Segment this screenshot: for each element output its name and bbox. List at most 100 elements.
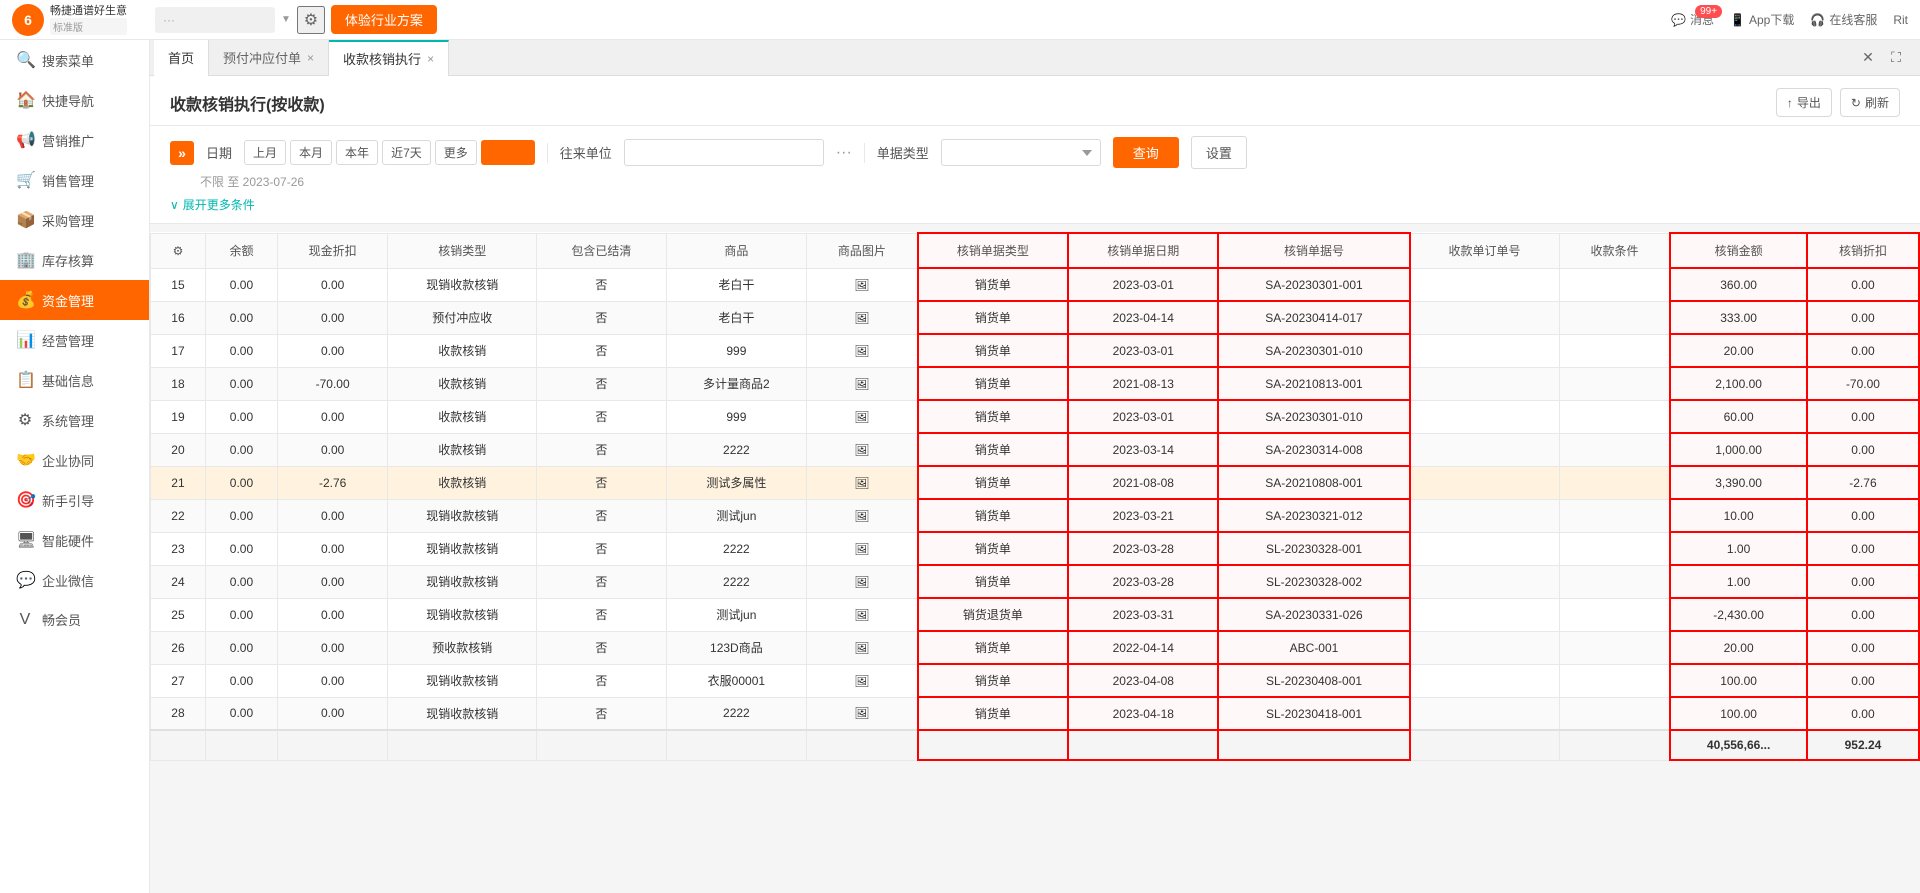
export-button[interactable]: ↑ 导出 [1776,88,1832,117]
cell-cash-discount: 0.00 [277,433,387,466]
sales-icon: 🛒 [16,170,34,190]
sidebar-item-vip[interactable]: V 畅会员 [0,600,149,639]
cell-balance: 0.00 [205,664,277,697]
tab-writeoff-close[interactable]: × [427,52,434,66]
trial-button[interactable]: 体验行业方案 [331,5,437,34]
cell-goods: 测试jun [666,499,806,532]
cell-cash-discount: 0.00 [277,499,387,532]
cell-writeoff-doc-no[interactable]: SA-20230301-010 [1218,400,1409,433]
marketing-icon: 📢 [16,130,34,150]
sidebar-item-purchase[interactable]: 📦 采购管理 [0,200,149,240]
cell-receipt-condition [1559,367,1670,400]
cell-writeoff-doc-no[interactable]: SA-20230301-010 [1218,334,1409,367]
cell-writeoff-doc-no[interactable]: ABC-001 [1218,631,1409,664]
tab-writeoff[interactable]: 收款核销执行 × [329,40,449,76]
cell-writeoff-doc-no[interactable]: SL-20230328-001 [1218,532,1409,565]
sidebar-item-sales[interactable]: 🛒 销售管理 [0,160,149,200]
counterparty-input[interactable] [624,139,824,166]
cell-cash-discount: 0.00 [277,301,387,334]
cell-writeoff-doc-type: 销货退货单 [918,598,1068,631]
cell-goods: 2222 [666,433,806,466]
cell-writeoff-doc-no[interactable]: SA-20230314-008 [1218,433,1409,466]
cell-writeoff-doc-type: 销货单 [918,433,1068,466]
summary-empty-cell [537,730,667,760]
dropdown-arrow-icon[interactable]: ▼ [281,14,291,25]
sidebar-item-collab[interactable]: 🤝 企业协同 [0,440,149,480]
date-btn-this-year[interactable]: 本年 [336,140,378,165]
cell-writeoff-doc-no[interactable]: SL-20230408-001 [1218,664,1409,697]
main-content: 首页 预付冲应付单 × 收款核销执行 × ✕ ⛶ 收款核销执行(按收款) [150,40,1920,893]
cell-settled: 否 [537,334,667,367]
cell-writeoff-doc-no[interactable]: SL-20230418-001 [1218,697,1409,730]
sidebar-item-system[interactable]: ⚙ 系统管理 [0,400,149,440]
date-label: 日期 [206,143,232,162]
cell-writeoff-doc-no[interactable]: SA-20210813-001 [1218,367,1409,400]
cell-writeoff-doc-date: 2023-03-21 [1068,499,1218,532]
sidebar-item-search[interactable]: 🔍 搜索菜单 [0,40,149,80]
sidebar-item-marketing[interactable]: 📢 营销推广 [0,120,149,160]
brand-name: 畅捷通谱好生意 [50,4,127,18]
date-btn-last-month[interactable]: 上月 [244,140,286,165]
date-btn-this-month[interactable]: 本月 [290,140,332,165]
tab-prepay[interactable]: 预付冲应付单 × [209,40,329,76]
sidebar-item-inventory[interactable]: 🏢 库存核算 [0,240,149,280]
expand-more-conditions[interactable]: ∨ 展开更多条件 [170,196,1900,213]
filter-expand-button[interactable]: » [170,141,194,165]
cell-balance: 0.00 [205,334,277,367]
cell-writeoff-doc-no[interactable]: SA-20230414-017 [1218,301,1409,334]
th-writeoff-type: 核销类型 [388,233,537,268]
cell-writeoff-doc-date: 2021-08-13 [1068,367,1218,400]
cell-writeoff-doc-no[interactable]: SA-20230331-026 [1218,598,1409,631]
gear-button[interactable]: ⚙ [297,6,325,34]
tab-expand-btn[interactable]: ⛶ [1884,46,1908,70]
app-download-button[interactable]: 📱 App下载 [1730,11,1794,28]
th-settings[interactable]: ⚙ [151,233,206,268]
cell-settled: 否 [537,499,667,532]
page-header: 收款核销执行(按收款) ↑ 导出 ↻ 刷新 [150,76,1920,126]
date-btn-custom[interactable]: 自定义 [481,140,535,165]
sidebar-item-quicknav[interactable]: 🏠 快捷导航 [0,80,149,120]
cell-writeoff-type: 收款核销 [388,466,537,499]
sidebar-item-wechat[interactable]: 💬 企业微信 [0,560,149,600]
sidebar-item-guide[interactable]: 🎯 新手引导 [0,480,149,520]
query-button[interactable]: 查询 [1113,137,1179,168]
table-area: ⚙ 余额 现金折扣 核销类型 包含已结清 商品 商品图片 核销单据类型 核销单据… [150,224,1920,893]
tab-prepay-close[interactable]: × [307,51,314,65]
tab-prepay-label: 预付冲应付单 [223,48,301,67]
cell-balance: 0.00 [205,268,277,301]
cell-writeoff-amount: 360.00 [1670,268,1807,301]
cell-writeoff-doc-no[interactable]: SA-20230301-001 [1218,268,1409,301]
settings-button[interactable]: 设置 [1191,136,1247,169]
date-btn-7days[interactable]: 近7天 [382,140,431,165]
cell-writeoff-doc-no[interactable]: SL-20230328-002 [1218,565,1409,598]
table-row: 200.000.00收款核销否2222🖼销货单2023-03-14SA-2023… [151,433,1920,466]
cell-id: 25 [151,598,206,631]
sidebar-item-basic[interactable]: 📋 基础信息 [0,360,149,400]
summary-empty-cell [1218,730,1409,760]
cell-writeoff-doc-type: 销货单 [918,301,1068,334]
tab-close-btn[interactable]: ✕ [1856,46,1880,70]
cell-writeoff-discount: 0.00 [1807,433,1919,466]
cell-writeoff-amount: 1,000.00 [1670,433,1807,466]
sidebar-label-purchase: 采购管理 [42,211,94,230]
cell-writeoff-type: 现销收款核销 [388,499,537,532]
sidebar-item-operations[interactable]: 📊 经营管理 [0,320,149,360]
sidebar-item-hardware[interactable]: 🖥 智能硬件 [0,520,149,560]
date-btn-more[interactable]: 更多 [435,140,477,165]
counterparty-more-icon[interactable]: ··· [836,144,852,162]
sidebar-item-finance[interactable]: 💰 资金管理 [0,280,149,320]
cell-writeoff-doc-no[interactable]: SA-20210808-001 [1218,466,1409,499]
messages-button[interactable]: 💬 消息 99+ [1671,11,1714,28]
refresh-button[interactable]: ↻ 刷新 [1840,88,1900,117]
voucher-type-label: 单据类型 [877,143,929,162]
tab-home[interactable]: 首页 [154,40,209,76]
cell-writeoff-doc-date: 2023-03-31 [1068,598,1218,631]
cell-cash-discount: 0.00 [277,334,387,367]
sidebar-label-search: 搜索菜单 [42,51,94,70]
voucher-type-select[interactable] [941,139,1101,166]
cell-receipt-order-no [1410,301,1560,334]
filter-divider-1 [547,143,548,163]
message-icon: 💬 [1671,13,1686,27]
online-service-button[interactable]: 🎧 在线客服 [1810,11,1877,28]
cell-writeoff-doc-no[interactable]: SA-20230321-012 [1218,499,1409,532]
